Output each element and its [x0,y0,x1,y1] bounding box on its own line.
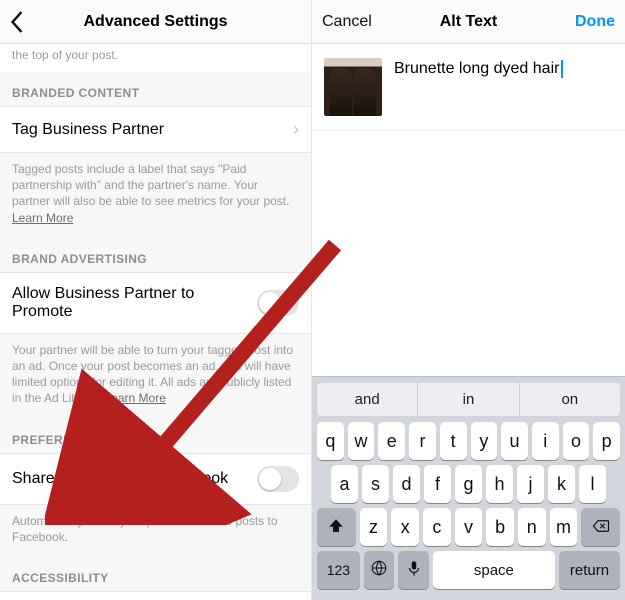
left-title: Advanced Settings [64,13,247,31]
advanced-settings-pane: Advanced Settings the top of your post. … [0,0,312,600]
key-s[interactable]: s [362,465,389,503]
key-mic[interactable] [398,551,429,589]
chevron-right-icon: › [293,119,299,140]
done-button[interactable]: Done [561,13,615,31]
prediction-2[interactable]: in [418,383,519,416]
toggle-share-facebook[interactable] [257,466,299,492]
key-y[interactable]: y [471,422,498,460]
key-a[interactable]: a [331,465,358,503]
key-u[interactable]: u [501,422,528,460]
right-title: Alt Text [376,13,561,31]
key-return[interactable]: return [559,551,620,589]
note-brand-advertising: Your partner will be able to turn your t… [0,334,311,419]
ios-keyboard: and in on q w e r t y u i o p a s d f g … [312,376,625,600]
shift-icon [327,517,345,538]
note-branded-content: Tagged posts include a label that says "… [0,153,311,238]
key-r[interactable]: r [409,422,436,460]
section-brand-advertising: BRAND ADVERTISING [0,238,311,272]
key-row-1: q w e r t y u i o p [317,422,620,460]
row-label: Allow Business Partner to Promote [12,285,257,321]
note-text: Tagged posts include a label that says "… [12,162,289,208]
alt-text-value: Brunette long dyed hair [394,60,559,77]
key-z[interactable]: z [360,508,388,546]
learn-more-link[interactable]: Learn More [12,211,73,225]
row-allow-partner-promote[interactable]: Allow Business Partner to Promote [0,272,311,334]
learn-more-link[interactable]: Learn More [105,391,166,405]
row-label: Tag Business Partner [12,121,164,139]
section-accessibility: ACCESSIBILITY [0,557,311,591]
key-d[interactable]: d [393,465,420,503]
post-thumbnail[interactable] [324,58,382,116]
alt-text-input[interactable]: Brunette long dyed hair [394,58,613,116]
key-g[interactable]: g [455,465,482,503]
key-row-3: z x c v b n m [317,508,620,546]
key-k[interactable]: k [548,465,575,503]
key-h[interactable]: h [486,465,513,503]
left-navbar: Advanced Settings [0,0,311,44]
key-c[interactable]: c [423,508,451,546]
section-branded-content: BRANDED CONTENT [0,72,311,106]
globe-icon [370,559,388,582]
alt-text-compose: Brunette long dyed hair [312,44,625,131]
key-row-2: a s d f g h j k l [317,465,620,503]
backspace-icon [592,517,610,538]
key-b[interactable]: b [486,508,514,546]
alt-text-pane: Cancel Alt Text Done Brunette long dyed … [312,0,625,600]
chevron-left-icon [10,11,64,33]
truncated-note: the top of your post. [0,44,311,72]
row-tag-business-partner[interactable]: Tag Business Partner › [0,106,311,153]
key-p[interactable]: p [593,422,620,460]
key-123[interactable]: 123 [317,551,360,589]
prediction-bar: and in on [317,383,620,416]
prediction-1[interactable]: and [317,383,418,416]
keyboard-spacer [312,131,625,376]
cancel-button[interactable]: Cancel [322,13,376,31]
toggle-allow-promote[interactable] [257,290,299,316]
section-preferences: PREFERENCES [0,419,311,453]
row-label: Share Your Posts to Facebook [12,470,228,488]
key-j[interactable]: j [517,465,544,503]
right-navbar: Cancel Alt Text Done [312,0,625,44]
key-o[interactable]: o [563,422,590,460]
key-v[interactable]: v [455,508,483,546]
key-t[interactable]: t [440,422,467,460]
key-shift[interactable] [317,508,356,546]
text-caret [561,60,563,78]
key-row-4: 123 space return [317,551,620,589]
key-l[interactable]: l [579,465,606,503]
key-backspace[interactable] [581,508,620,546]
row-share-to-facebook[interactable]: Share Your Posts to Facebook [0,453,311,505]
note-preferences: Automatically share your photo and video… [0,505,311,557]
key-globe[interactable] [364,551,395,589]
key-i[interactable]: i [532,422,559,460]
key-w[interactable]: w [348,422,375,460]
key-f[interactable]: f [424,465,451,503]
key-space[interactable]: space [433,551,555,589]
settings-list: the top of your post. BRANDED CONTENT Ta… [0,44,311,600]
row-write-alt-text[interactable]: Write Alt Text › [0,591,311,600]
mic-icon [405,559,423,582]
key-q[interactable]: q [317,422,344,460]
key-n[interactable]: n [518,508,546,546]
key-x[interactable]: x [391,508,419,546]
key-e[interactable]: e [378,422,405,460]
key-m[interactable]: m [550,508,578,546]
back-button[interactable] [10,11,64,33]
prediction-3[interactable]: on [520,383,620,416]
